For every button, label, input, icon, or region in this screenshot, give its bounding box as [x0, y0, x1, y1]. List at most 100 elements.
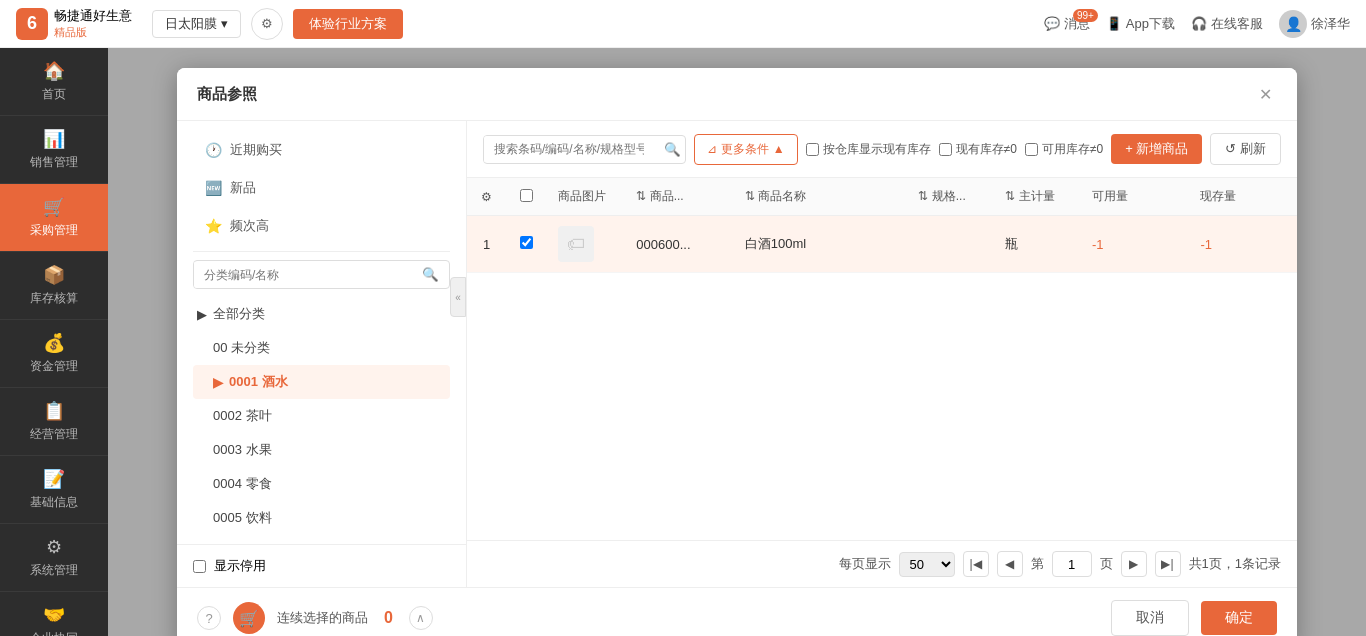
category-uncategorized[interactable]: 00 未分类: [193, 331, 450, 365]
show-disabled-checkbox[interactable]: [193, 560, 206, 573]
product-image: 🏷: [558, 226, 594, 262]
prev-page-button[interactable]: ◀: [997, 551, 1023, 577]
warehouse-stock-checkbox[interactable]: [806, 143, 819, 156]
table-row[interactable]: 1 🏷 000600... 白酒100ml 瓶: [467, 216, 1297, 273]
sidebar-item-basic-info[interactable]: 📝 基础信息: [0, 456, 108, 524]
new-product-tab[interactable]: 🆕 新品: [193, 171, 450, 205]
business-icon: 📋: [43, 400, 65, 422]
col-stock-header: 现存量: [1188, 178, 1297, 216]
toolbar: 🔍 ⊿ 更多条件 ▲ 按仓库显示现有库存: [467, 121, 1297, 178]
col-checkbox[interactable]: [506, 178, 546, 216]
category-search-input[interactable]: [194, 262, 412, 288]
col-code-header[interactable]: ⇅ 商品...: [624, 178, 732, 216]
star-icon: ⭐: [205, 218, 222, 234]
warehouse-stock-filter[interactable]: 按仓库显示现有库存: [806, 141, 931, 158]
left-panel: 🕐 近期购买 🆕 新品 ⭐ 频次高: [177, 121, 467, 587]
frequent-tab[interactable]: ⭐ 频次高: [193, 209, 450, 243]
next-page-button[interactable]: ▶: [1121, 551, 1147, 577]
collapse-panel-button[interactable]: «: [450, 277, 466, 317]
col-avail-header: 可用量: [1080, 178, 1188, 216]
col-spec-header[interactable]: ⇅ 规格...: [906, 178, 993, 216]
category-liquor[interactable]: ▶ 0001 酒水: [193, 365, 450, 399]
existing-stock-filter[interactable]: 现有库存≠0: [939, 141, 1017, 158]
dialog-header: 商品参照 ✕: [177, 68, 1297, 121]
store-dropdown[interactable]: 日太阳膜 ▾: [152, 10, 241, 38]
sort-icon: ⇅: [636, 189, 646, 203]
message-badge: 99+: [1073, 9, 1098, 22]
category-water[interactable]: 0008 水: [193, 535, 450, 544]
divider: [193, 251, 450, 252]
last-page-button[interactable]: ▶|: [1155, 551, 1181, 577]
dialog-body: 🕐 近期购买 🆕 新品 ⭐ 频次高: [177, 121, 1297, 587]
settings-icon[interactable]: ⚙: [251, 8, 283, 40]
available-stock-filter[interactable]: 可用库存≠0: [1025, 141, 1103, 158]
sidebar-item-system[interactable]: ⚙ 系统管理: [0, 524, 108, 592]
cart-button[interactable]: 🛒: [233, 602, 265, 634]
app-download-button[interactable]: 📱 App下载: [1106, 15, 1175, 33]
right-panel: 🔍 ⊿ 更多条件 ▲ 按仓库显示现有库存: [467, 121, 1297, 587]
logo-icon: 6: [16, 8, 48, 40]
sidebar-item-sales[interactable]: 📊 销售管理: [0, 116, 108, 184]
category-list: ▶ 全部分类 00 未分类 ▶ 0001 酒水 0002 茶: [177, 297, 466, 544]
category-snack[interactable]: 0004 零食: [193, 467, 450, 501]
row-name-cell: 白酒100ml: [733, 216, 907, 273]
category-search-button[interactable]: 🔍: [412, 261, 449, 288]
sidebar-item-business[interactable]: 📋 经营管理: [0, 388, 108, 456]
sidebar-item-purchase[interactable]: 🛒 采购管理: [0, 184, 108, 252]
sidebar-item-home[interactable]: 🏠 首页: [0, 48, 108, 116]
more-filter-button[interactable]: ⊿ 更多条件 ▲: [694, 134, 798, 165]
category-search: 🔍: [193, 260, 450, 289]
confirm-button[interactable]: 确定: [1201, 601, 1277, 635]
inventory-icon: 📦: [43, 264, 65, 286]
row-code-cell: 000600...: [624, 216, 732, 273]
dialog-overlay: 商品参照 ✕ 🕐 近期购买 🆕: [108, 48, 1366, 636]
online-service-button[interactable]: 🎧 在线客服: [1191, 15, 1263, 33]
quick-tabs: 🕐 近期购买 🆕 新品 ⭐ 频次高: [177, 121, 466, 243]
cancel-button[interactable]: 取消: [1111, 600, 1189, 636]
row-avail-cell: -1: [1080, 216, 1188, 273]
category-fruit[interactable]: 0003 水果: [193, 433, 450, 467]
select-all-checkbox[interactable]: [520, 189, 533, 202]
available-stock-checkbox[interactable]: [1025, 143, 1038, 156]
category-all[interactable]: ▶ 全部分类: [193, 297, 450, 331]
info-icon: 📝: [43, 468, 65, 490]
col-name-header[interactable]: ⇅ 商品名称: [733, 178, 907, 216]
col-unit-header[interactable]: ⇅ 主计量: [993, 178, 1080, 216]
avatar: 👤: [1279, 10, 1307, 38]
first-page-button[interactable]: |◀: [963, 551, 989, 577]
left-footer: 显示停用: [177, 544, 466, 587]
sort-icon: ⇅: [1005, 189, 1015, 203]
product-search-input[interactable]: [484, 136, 654, 162]
sidebar-item-finance[interactable]: 💰 资金管理: [0, 320, 108, 388]
sidebar-item-inventory[interactable]: 📦 库存核算: [0, 252, 108, 320]
page-size-select[interactable]: 50 10 20 100: [899, 552, 955, 577]
user-menu[interactable]: 👤 徐泽华: [1279, 10, 1350, 38]
row-spec-cell: [906, 216, 993, 273]
message-icon: 💬: [1044, 16, 1060, 31]
expand-icon-liquor: ▶: [213, 375, 223, 390]
category-beverage[interactable]: 0005 饮料: [193, 501, 450, 535]
filter-icon: ⊿: [707, 142, 717, 156]
col-settings[interactable]: ⚙: [467, 178, 506, 216]
dialog-title: 商品参照: [197, 85, 257, 104]
page-number-input[interactable]: [1052, 551, 1092, 577]
system-icon: ⚙: [46, 536, 62, 558]
logo-text: 畅捷通好生意 精品版: [54, 7, 132, 40]
home-icon: 🏠: [43, 60, 65, 82]
row-index: 1: [467, 216, 506, 273]
help-button[interactable]: ?: [197, 606, 221, 630]
category-tea[interactable]: 0002 茶叶: [193, 399, 450, 433]
messages-button[interactable]: 💬 消息 99+: [1044, 15, 1090, 33]
recent-purchase-tab[interactable]: 🕐 近期购买: [193, 133, 450, 167]
existing-stock-checkbox[interactable]: [939, 143, 952, 156]
refresh-button[interactable]: ↺ 刷新: [1210, 133, 1281, 165]
purchase-icon: 🛒: [43, 196, 65, 218]
product-search-button[interactable]: 🔍: [654, 136, 686, 163]
add-product-button[interactable]: + 新增商品: [1111, 134, 1202, 164]
row-checkbox[interactable]: [520, 236, 533, 249]
row-checkbox-cell[interactable]: [506, 216, 546, 273]
dialog-close-button[interactable]: ✕: [1253, 82, 1277, 106]
collapse-footer-button[interactable]: ∧: [409, 606, 433, 630]
sidebar-item-enterprise[interactable]: 🤝 企业协同: [0, 592, 108, 636]
cta-button[interactable]: 体验行业方案: [293, 9, 403, 39]
